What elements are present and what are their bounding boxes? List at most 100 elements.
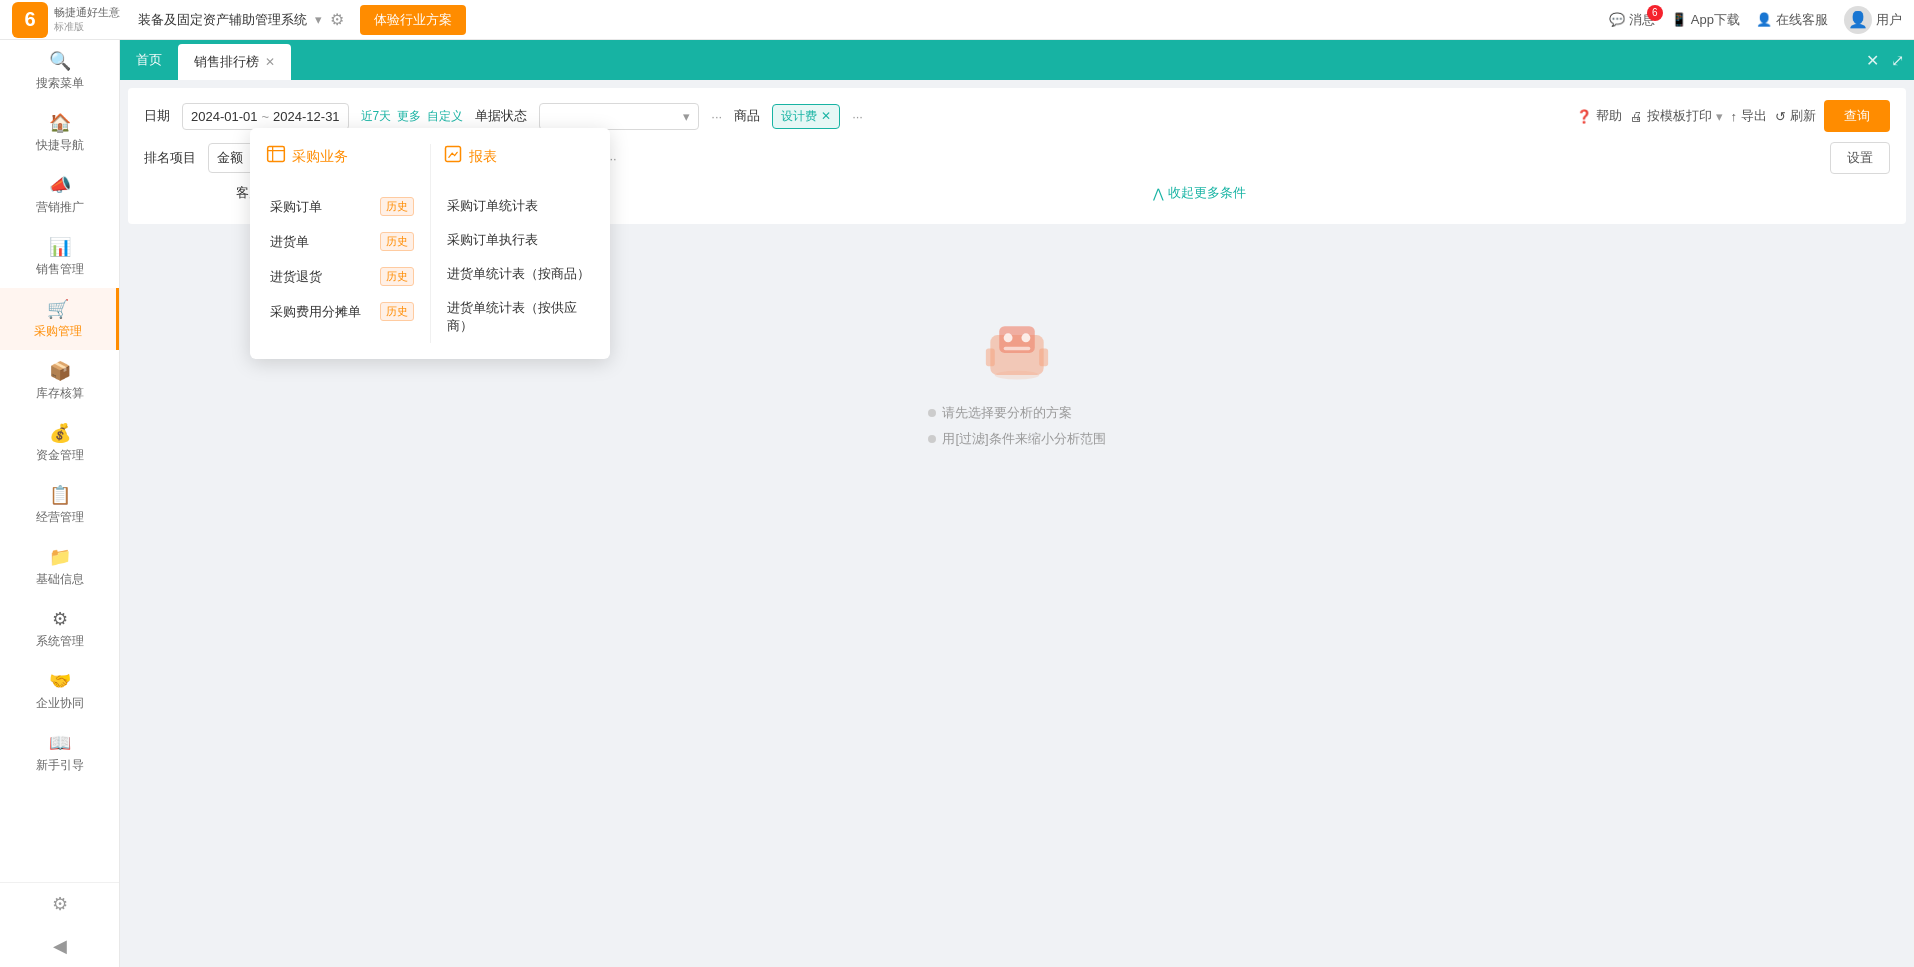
quick-7days[interactable]: 近7天: [361, 108, 392, 125]
quick-custom[interactable]: 自定义: [427, 108, 463, 125]
notification-badge: 6: [1647, 5, 1663, 21]
guide-icon: 📖: [49, 732, 71, 754]
svg-point-2: [1004, 333, 1013, 342]
menu-item-goods-receipt-stat-supplier[interactable]: 进货单统计表（按供应商）: [443, 291, 595, 343]
doc-status-label: 单据状态: [475, 107, 527, 125]
svg-rect-4: [1004, 347, 1031, 351]
goods-label: 商品: [734, 107, 760, 125]
settings-icon[interactable]: ⚙: [330, 10, 344, 29]
sidebar-item-label-inventory: 库存核算: [36, 385, 84, 402]
sidebar-settings-btn[interactable]: ⚙: [0, 883, 119, 925]
svg-point-3: [1021, 333, 1030, 342]
sidebar-item-label-sales: 销售管理: [36, 261, 84, 278]
export-icon: ↑: [1731, 109, 1738, 124]
sidebar-item-enterprise[interactable]: 🤝 企业协同: [0, 660, 119, 722]
refresh-btn[interactable]: ↺ 刷新: [1775, 107, 1816, 125]
main-area: 🔍 搜索菜单 🏠 快捷导航 📣 营销推广 📊 销售管理 🛒 采购管理 📦: [0, 40, 1914, 967]
content-body: 日期 2024-01-01 ~ 2024-12-31 近7天 更多 自定义: [120, 80, 1914, 967]
toolbar-right: ❓ 帮助 🖨 按模板打印 ▾ ↑ 导出: [1576, 100, 1891, 132]
app-download-item[interactable]: 📱 App下载: [1671, 11, 1740, 29]
top-bar-right: 💬 消息 6 📱 App下载 👤 在线客服 👤 用户: [1609, 6, 1902, 34]
sidebar-item-finance[interactable]: 💰 资金管理: [0, 412, 119, 474]
menu-item-goods-receipt-stat-goods[interactable]: 进货单统计表（按商品）: [443, 257, 595, 291]
menu-item-purchase-expense[interactable]: 采购费用分摊单 历史: [266, 294, 418, 329]
sidebar-item-search[interactable]: 🔍 搜索菜单: [0, 40, 119, 102]
menu-item-purchase-order-stat[interactable]: 采购订单统计表: [443, 189, 595, 223]
svg-rect-5: [986, 348, 995, 366]
query-btn[interactable]: 查询: [1824, 100, 1890, 132]
industry-btn[interactable]: 体验行业方案: [360, 5, 466, 35]
rank-label: 排名项目: [144, 149, 196, 167]
collapse-icon: ⋀: [1153, 186, 1164, 201]
sidebar-item-basic[interactable]: 📁 基础信息: [0, 536, 119, 598]
empty-dot-1: [928, 409, 936, 417]
dropdown-menu: 采购业务 采购订单 历史 进货单 历史 进货退货 历史: [250, 128, 610, 359]
print-btn[interactable]: 🖨 按模板打印 ▾: [1630, 107, 1723, 125]
menu-item-purchase-order[interactable]: 采购订单 历史: [266, 189, 418, 224]
quick-dates: 近7天 更多 自定义: [361, 108, 464, 125]
sidebar-item-inventory[interactable]: 📦 库存核算: [0, 350, 119, 412]
tab-bar-right: ✕ ⤢: [1866, 51, 1914, 70]
sidebar-item-label-basic: 基础信息: [36, 571, 84, 588]
sidebar-item-marketing[interactable]: 📣 营销推广: [0, 164, 119, 226]
menu-col-report: 报表 采购订单统计表 采购订单执行表 进货单统计表（按商品） 进货单统计表（按供: [443, 144, 595, 343]
sidebar-item-label-search: 搜索菜单: [36, 75, 84, 92]
empty-dot-2: [928, 435, 936, 443]
message-icon: 💬: [1609, 12, 1625, 27]
sidebar-collapse-btn[interactable]: ◀: [0, 925, 119, 967]
export-btn[interactable]: ↑ 导出: [1731, 107, 1768, 125]
enterprise-icon: 🤝: [49, 670, 71, 692]
sidebar-item-system[interactable]: ⚙ 系统管理: [0, 598, 119, 660]
date-start: 2024-01-01: [191, 109, 258, 124]
sidebar: 🔍 搜索菜单 🏠 快捷导航 📣 营销推广 📊 销售管理 🛒 采购管理 📦: [0, 40, 120, 967]
settings-btn[interactable]: 设置: [1830, 142, 1890, 174]
tab-sales-ranking[interactable]: 销售排行榜 ✕: [178, 44, 291, 80]
sidebar-item-label-system: 系统管理: [36, 633, 84, 650]
svg-rect-6: [1039, 348, 1048, 366]
date-sep: ~: [262, 109, 270, 124]
tab-close-btn[interactable]: ✕: [1866, 51, 1879, 70]
logo-sub: 标准版: [54, 20, 120, 34]
help-btn[interactable]: ❓ 帮助: [1576, 107, 1622, 125]
sidebar-item-sales[interactable]: 📊 销售管理: [0, 226, 119, 288]
quick-more[interactable]: 更多: [397, 108, 421, 125]
goods-tag-close[interactable]: ✕: [821, 109, 831, 123]
sidebar-item-quicknav[interactable]: 🏠 快捷导航: [0, 102, 119, 164]
menu-item-goods-receipt[interactable]: 进货单 历史: [266, 224, 418, 259]
sidebar-item-label-purchase: 采购管理: [34, 323, 82, 340]
sidebar-item-purchase[interactable]: 🛒 采购管理: [0, 288, 119, 350]
sidebar-item-label-enterprise: 企业协同: [36, 695, 84, 712]
online-service-item[interactable]: 👤 在线客服: [1756, 11, 1828, 29]
dropdown-arrow-icon[interactable]: ▾: [315, 12, 322, 27]
tab-bar: 首页 销售排行榜 ✕ ✕ ⤢: [120, 40, 1914, 80]
goods-dots[interactable]: ···: [852, 109, 863, 124]
user-item[interactable]: 👤 用户: [1844, 6, 1902, 34]
tab-home[interactable]: 首页: [120, 40, 178, 80]
online-service-label: 在线客服: [1776, 11, 1828, 29]
tab-expand-btn[interactable]: ⤢: [1891, 51, 1904, 70]
sidebar-item-label-marketing: 营销推广: [36, 199, 84, 216]
content-area: 首页 销售排行榜 ✕ ✕ ⤢ 日期: [120, 40, 1914, 967]
menu-col-purchase-title: 采购业务: [266, 144, 418, 177]
app-container: 6 畅捷通好生意 标准版 装备及固定资产辅助管理系统 ▾ ⚙ 体验行业方案 💬 …: [0, 0, 1914, 967]
svg-point-7: [995, 371, 1039, 380]
collapse-btn[interactable]: ⋀ 收起更多条件: [1153, 184, 1246, 202]
sidebar-item-guide[interactable]: 📖 新手引导: [0, 722, 119, 784]
doc-status-select[interactable]: ▾: [539, 103, 699, 130]
sidebar-item-label-quicknav: 快捷导航: [36, 137, 84, 154]
logo-text: 畅捷通好生意: [54, 5, 120, 19]
date-range-input[interactable]: 2024-01-01 ~ 2024-12-31: [182, 103, 349, 130]
help-icon: ❓: [1576, 109, 1592, 124]
menu-item-goods-return[interactable]: 进货退货 历史: [266, 259, 418, 294]
doc-status-dots[interactable]: ···: [711, 109, 722, 124]
menu-item-purchase-order-exec[interactable]: 采购订单执行表: [443, 223, 595, 257]
finance-icon: 💰: [49, 422, 71, 444]
empty-text: 请先选择要分析的方案 用[过滤]条件来缩小分析范围: [928, 400, 1105, 452]
date-end: 2024-12-31: [273, 109, 340, 124]
empty-robot-icon: [972, 304, 1062, 384]
app-download-label: App下载: [1691, 11, 1740, 29]
sidebar-item-operations[interactable]: 📋 经营管理: [0, 474, 119, 536]
tab-close-icon[interactable]: ✕: [265, 55, 275, 69]
message-item[interactable]: 💬 消息 6: [1609, 11, 1655, 29]
top-bar-left: 6 畅捷通好生意 标准版 装备及固定资产辅助管理系统 ▾ ⚙ 体验行业方案: [12, 2, 466, 38]
